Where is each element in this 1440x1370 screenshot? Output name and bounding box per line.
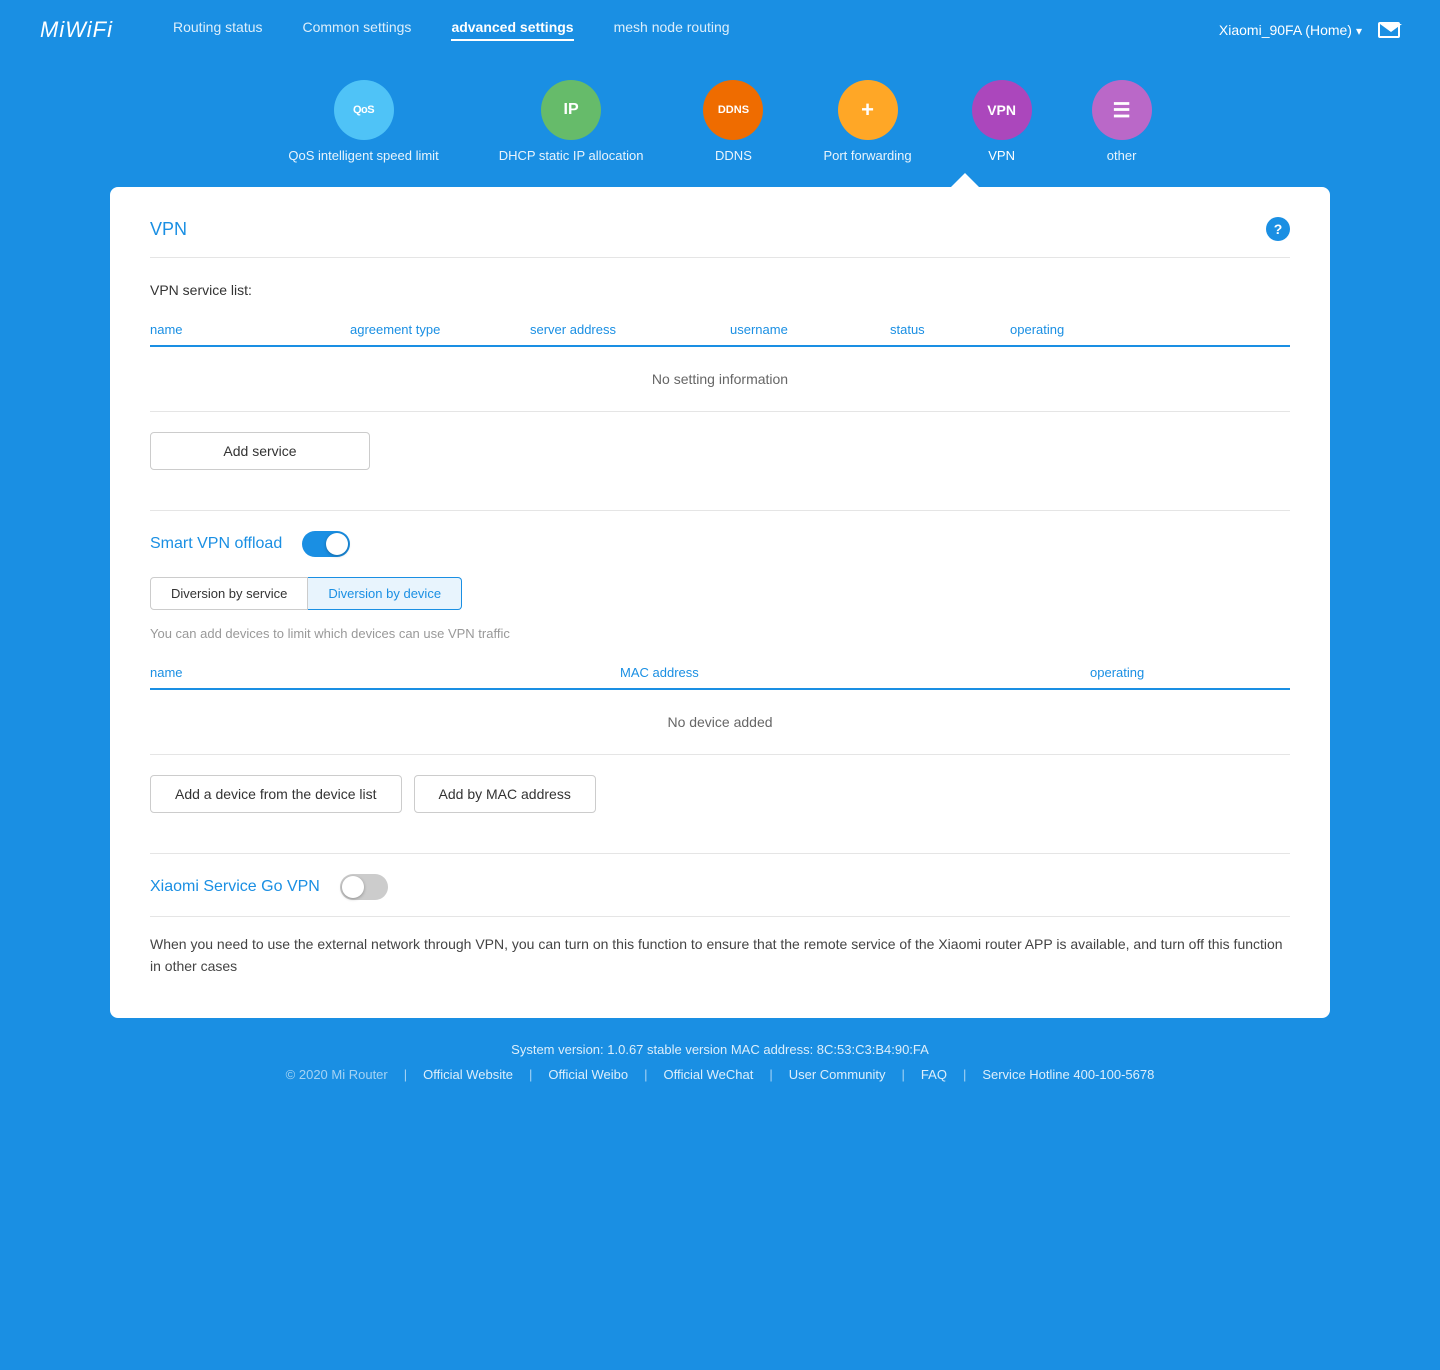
header-right: Xiaomi_90FA (Home) bbox=[1219, 22, 1400, 38]
official-weibo-link[interactable]: Official Weibo bbox=[548, 1067, 628, 1082]
qos-label: QoS intelligent speed limit bbox=[288, 148, 438, 163]
icon-toolbar: QoS QoS intelligent speed limit IP DHCP … bbox=[0, 60, 1440, 163]
ip-label: DHCP static IP allocation bbox=[499, 148, 644, 163]
icon-ddns[interactable]: DDNS DDNS bbox=[703, 80, 763, 163]
user-community-link[interactable]: User Community bbox=[789, 1067, 886, 1082]
logo: MiWiFi bbox=[40, 17, 113, 43]
separator-6: | bbox=[963, 1067, 966, 1082]
port-label: Port forwarding bbox=[823, 148, 911, 163]
xiaomi-vpn-description: When you need to use the external networ… bbox=[150, 933, 1290, 978]
other-circle: ☰ bbox=[1092, 80, 1152, 140]
nav-advanced-settings[interactable]: advanced settings bbox=[451, 19, 573, 41]
icon-vpn[interactable]: VPN VPN bbox=[972, 80, 1032, 163]
official-wechat-link[interactable]: Official WeChat bbox=[664, 1067, 754, 1082]
col-operating: operating bbox=[1010, 322, 1290, 337]
device-empty-message: No device added bbox=[150, 690, 1290, 755]
device-name[interactable]: Xiaomi_90FA (Home) bbox=[1219, 22, 1362, 38]
device-table-header: name MAC address operating bbox=[150, 657, 1290, 690]
diversion-tabs: Diversion by service Diversion by device bbox=[150, 577, 1290, 610]
icon-qos[interactable]: QoS QoS intelligent speed limit bbox=[288, 80, 438, 163]
col-username: username bbox=[730, 322, 890, 337]
faq-link[interactable]: FAQ bbox=[921, 1067, 947, 1082]
device-action-buttons: Add a device from the device list Add by… bbox=[150, 775, 1290, 813]
main-card: VPN ? VPN service list: name agreement t… bbox=[110, 187, 1330, 1018]
footer-links: © 2020 Mi Router | Official Website | Of… bbox=[40, 1067, 1400, 1082]
xiaomi-toggle-knob bbox=[342, 876, 364, 898]
separator-3: | bbox=[644, 1067, 647, 1082]
toggle-knob bbox=[326, 533, 348, 555]
hotline-link[interactable]: Service Hotline 400-100-5678 bbox=[982, 1067, 1154, 1082]
system-info: System version: 1.0.67 stable version MA… bbox=[40, 1042, 1400, 1057]
diversion-hint: You can add devices to limit which devic… bbox=[150, 626, 1290, 641]
tab-diversion-device[interactable]: Diversion by device bbox=[308, 577, 462, 610]
nav-common-settings[interactable]: Common settings bbox=[303, 19, 412, 41]
col-name: name bbox=[150, 322, 350, 337]
ddns-label: DDNS bbox=[715, 148, 752, 163]
smart-vpn-section: Smart VPN offload Diversion by service D… bbox=[150, 510, 1290, 813]
nav-routing-status[interactable]: Routing status bbox=[173, 19, 263, 41]
copyright: © 2020 Mi Router bbox=[286, 1067, 388, 1082]
official-website-link[interactable]: Official Website bbox=[423, 1067, 513, 1082]
active-indicator bbox=[0, 173, 1440, 187]
vpn-service-list-label: VPN service list: bbox=[150, 282, 1290, 298]
footer: System version: 1.0.67 stable version MA… bbox=[0, 1018, 1440, 1106]
ip-circle: IP bbox=[541, 80, 601, 140]
xiaomi-vpn-header: Xiaomi Service Go VPN bbox=[150, 874, 1290, 917]
vpn-table-header: name agreement type server address usern… bbox=[150, 314, 1290, 347]
smart-vpn-title: Smart VPN offload bbox=[150, 535, 282, 553]
ddns-circle: DDNS bbox=[703, 80, 763, 140]
add-mac-button[interactable]: Add by MAC address bbox=[414, 775, 596, 813]
icon-ip[interactable]: IP DHCP static IP allocation bbox=[499, 80, 644, 163]
port-circle: + bbox=[838, 80, 898, 140]
device-col-mac: MAC address bbox=[620, 665, 1090, 680]
separator-2: | bbox=[529, 1067, 532, 1082]
separator-5: | bbox=[902, 1067, 905, 1082]
vpn-circle: VPN bbox=[972, 80, 1032, 140]
separator-1: | bbox=[404, 1067, 407, 1082]
icon-other[interactable]: ☰ other bbox=[1092, 80, 1152, 163]
smart-vpn-toggle[interactable] bbox=[302, 531, 350, 557]
vpn-section-header: VPN ? bbox=[150, 217, 1290, 258]
nav-links: Routing status Common settings advanced … bbox=[173, 19, 1219, 41]
col-status: status bbox=[890, 322, 1010, 337]
tab-diversion-service[interactable]: Diversion by service bbox=[150, 577, 308, 610]
qos-circle: QoS bbox=[334, 80, 394, 140]
col-server: server address bbox=[530, 322, 730, 337]
add-service-button[interactable]: Add service bbox=[150, 432, 370, 470]
vpn-label: VPN bbox=[988, 148, 1015, 163]
header: MiWiFi Routing status Common settings ad… bbox=[0, 0, 1440, 60]
help-icon[interactable]: ? bbox=[1266, 217, 1290, 241]
icon-port[interactable]: + Port forwarding bbox=[823, 80, 911, 163]
other-label: other bbox=[1107, 148, 1137, 163]
separator-4: | bbox=[769, 1067, 772, 1082]
smart-vpn-header: Smart VPN offload bbox=[150, 531, 1290, 557]
device-col-name: name bbox=[150, 665, 620, 680]
vpn-title: VPN bbox=[150, 219, 187, 240]
col-agreement: agreement type bbox=[350, 322, 530, 337]
xiaomi-vpn-title: Xiaomi Service Go VPN bbox=[150, 878, 320, 896]
nav-mesh-routing[interactable]: mesh node routing bbox=[614, 19, 730, 41]
vpn-empty-message: No setting information bbox=[150, 347, 1290, 412]
xiaomi-vpn-section: Xiaomi Service Go VPN When you need to u… bbox=[150, 853, 1290, 978]
add-device-list-button[interactable]: Add a device from the device list bbox=[150, 775, 402, 813]
xiaomi-vpn-toggle[interactable] bbox=[340, 874, 388, 900]
mail-icon[interactable] bbox=[1378, 22, 1400, 38]
device-col-operating: operating bbox=[1090, 665, 1290, 680]
chevron-down-icon bbox=[1356, 22, 1362, 38]
